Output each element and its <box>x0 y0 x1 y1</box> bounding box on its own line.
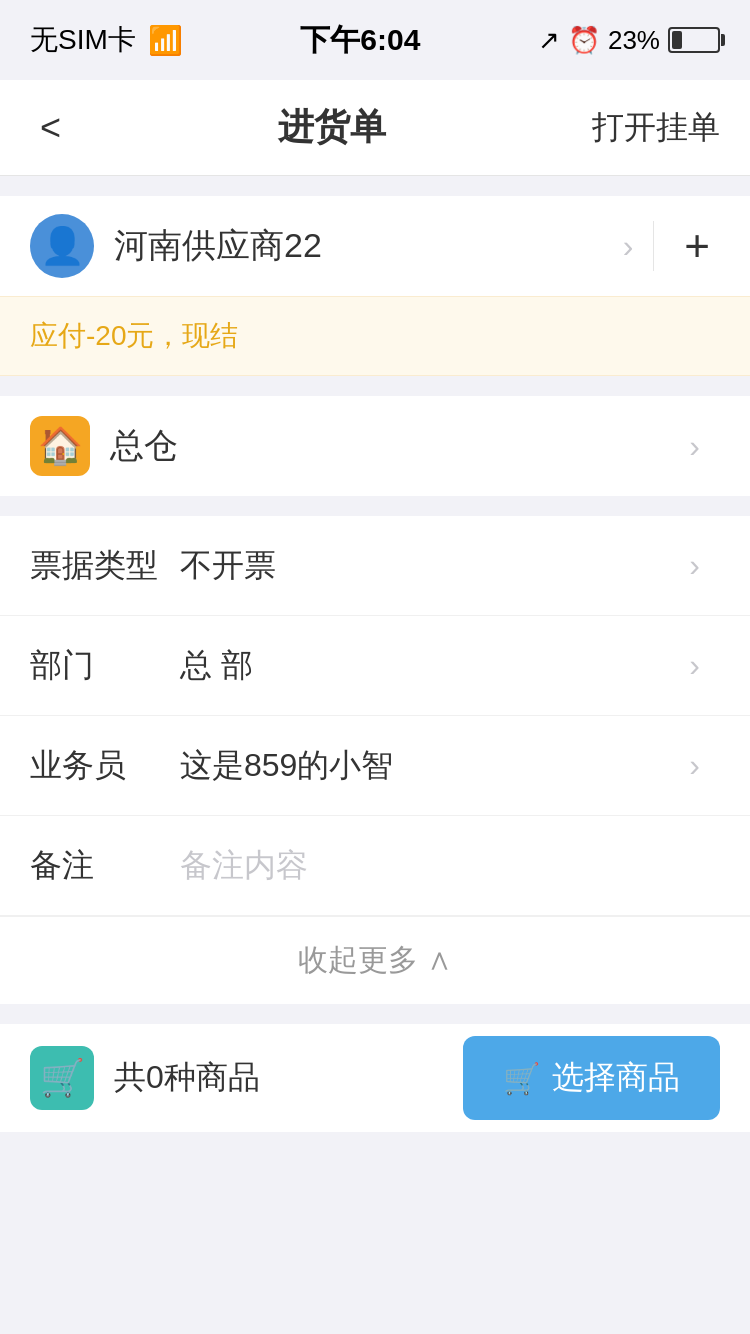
alarm-icon: ⏰ <box>568 25 600 56</box>
warehouse-row[interactable]: 🏠 总仓 › <box>0 396 750 496</box>
dept-chevron-icon: › <box>689 647 700 684</box>
supplier-section: 👤 河南供应商22 › + 应付-20元，现结 <box>0 196 750 376</box>
avatar: 👤 <box>30 214 94 278</box>
dept-value: 总 部 <box>170 644 689 688</box>
select-btn-label: 选择商品 <box>552 1056 680 1100</box>
invoice-value: 不开票 <box>170 544 689 588</box>
status-bar: 无SIM卡 📶 下午6:04 ↗ ⏰ 23% <box>0 0 750 80</box>
wifi-icon: 📶 <box>148 24 183 57</box>
warehouse-section: 🏠 总仓 › <box>0 396 750 496</box>
divider-1 <box>0 376 750 396</box>
warehouse-icon: 🏠 <box>30 416 90 476</box>
bottom-bar: 🛒 共0种商品 🛒 选择商品 <box>0 1024 750 1132</box>
supplier-row[interactable]: 👤 河南供应商22 › + <box>0 196 750 296</box>
invoice-label: 票据类型 <box>30 544 170 588</box>
house-icon: 🏠 <box>38 425 83 467</box>
select-icon: 🛒 <box>503 1061 540 1096</box>
dept-row[interactable]: 部门 总 部 › <box>0 616 750 716</box>
status-right: ↗ ⏰ 23% <box>538 25 720 56</box>
sales-row[interactable]: 业务员 这是859的小智 › <box>0 716 750 816</box>
remark-label: 备注 <box>30 844 170 888</box>
warehouse-label: 总仓 <box>110 423 689 469</box>
location-icon: ↗ <box>538 25 560 56</box>
select-product-button[interactable]: 🛒 选择商品 <box>463 1036 720 1120</box>
invoice-row[interactable]: 票据类型 不开票 › <box>0 516 750 616</box>
sales-value: 这是859的小智 <box>170 744 689 788</box>
chevron-right-icon: › <box>623 228 634 265</box>
page-title: 进货单 <box>278 103 386 152</box>
status-time: 下午6:04 <box>300 20 420 61</box>
warehouse-chevron-icon: › <box>689 428 700 465</box>
add-button[interactable]: + <box>674 221 720 271</box>
top-divider <box>0 176 750 196</box>
product-count: 共0种商品 <box>114 1056 463 1100</box>
notice-banner: 应付-20元，现结 <box>0 296 750 376</box>
notice-text: 应付-20元，现结 <box>30 320 238 351</box>
remark-row[interactable]: 备注 备注内容 <box>0 816 750 916</box>
collapse-label: 收起更多 ∧ <box>298 940 451 981</box>
sales-chevron-icon: › <box>689 747 700 784</box>
vertical-divider <box>653 221 654 271</box>
nav-bar: < 进货单 打开挂单 <box>0 80 750 176</box>
cart-icon: 🛒 <box>40 1057 85 1099</box>
back-button[interactable]: < <box>30 97 71 159</box>
collapse-row[interactable]: 收起更多 ∧ <box>0 916 750 1004</box>
carrier-label: 无SIM卡 <box>30 21 136 59</box>
battery-label: 23% <box>608 25 660 56</box>
form-section: 票据类型 不开票 › 部门 总 部 › 业务员 这是859的小智 › 备注 备注… <box>0 516 750 1004</box>
battery-fill <box>672 31 682 49</box>
supplier-name: 河南供应商22 <box>114 223 623 269</box>
status-left: 无SIM卡 📶 <box>30 21 183 59</box>
avatar-icon: 👤 <box>40 225 85 267</box>
remark-input[interactable]: 备注内容 <box>170 844 720 888</box>
battery-icon <box>668 27 720 53</box>
open-pending-button[interactable]: 打开挂单 <box>592 106 720 150</box>
invoice-chevron-icon: › <box>689 547 700 584</box>
product-icon: 🛒 <box>30 1046 94 1110</box>
gray-bottom-area <box>0 1132 750 1334</box>
sales-label: 业务员 <box>30 744 170 788</box>
dept-label: 部门 <box>30 644 170 688</box>
